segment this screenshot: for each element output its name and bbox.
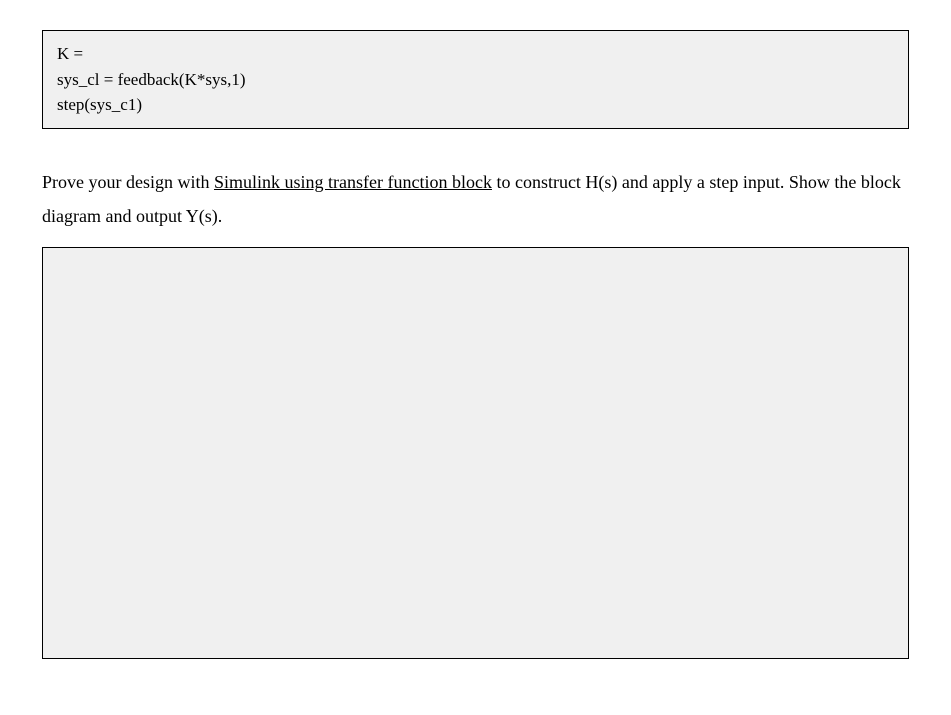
code-line-2: sys_cl = feedback(K*sys,1) <box>57 67 894 93</box>
code-line-1: K = <box>57 41 894 67</box>
instruction-paragraph: Prove your design with Simulink using tr… <box>42 165 909 233</box>
code-box: K = sys_cl = feedback(K*sys,1) step(sys_… <box>42 30 909 129</box>
answer-box <box>42 247 909 659</box>
code-line-3: step(sys_c1) <box>57 92 894 118</box>
instruction-underlined: Simulink using transfer function block <box>214 172 492 192</box>
instruction-part-1: Prove your design with <box>42 172 214 192</box>
